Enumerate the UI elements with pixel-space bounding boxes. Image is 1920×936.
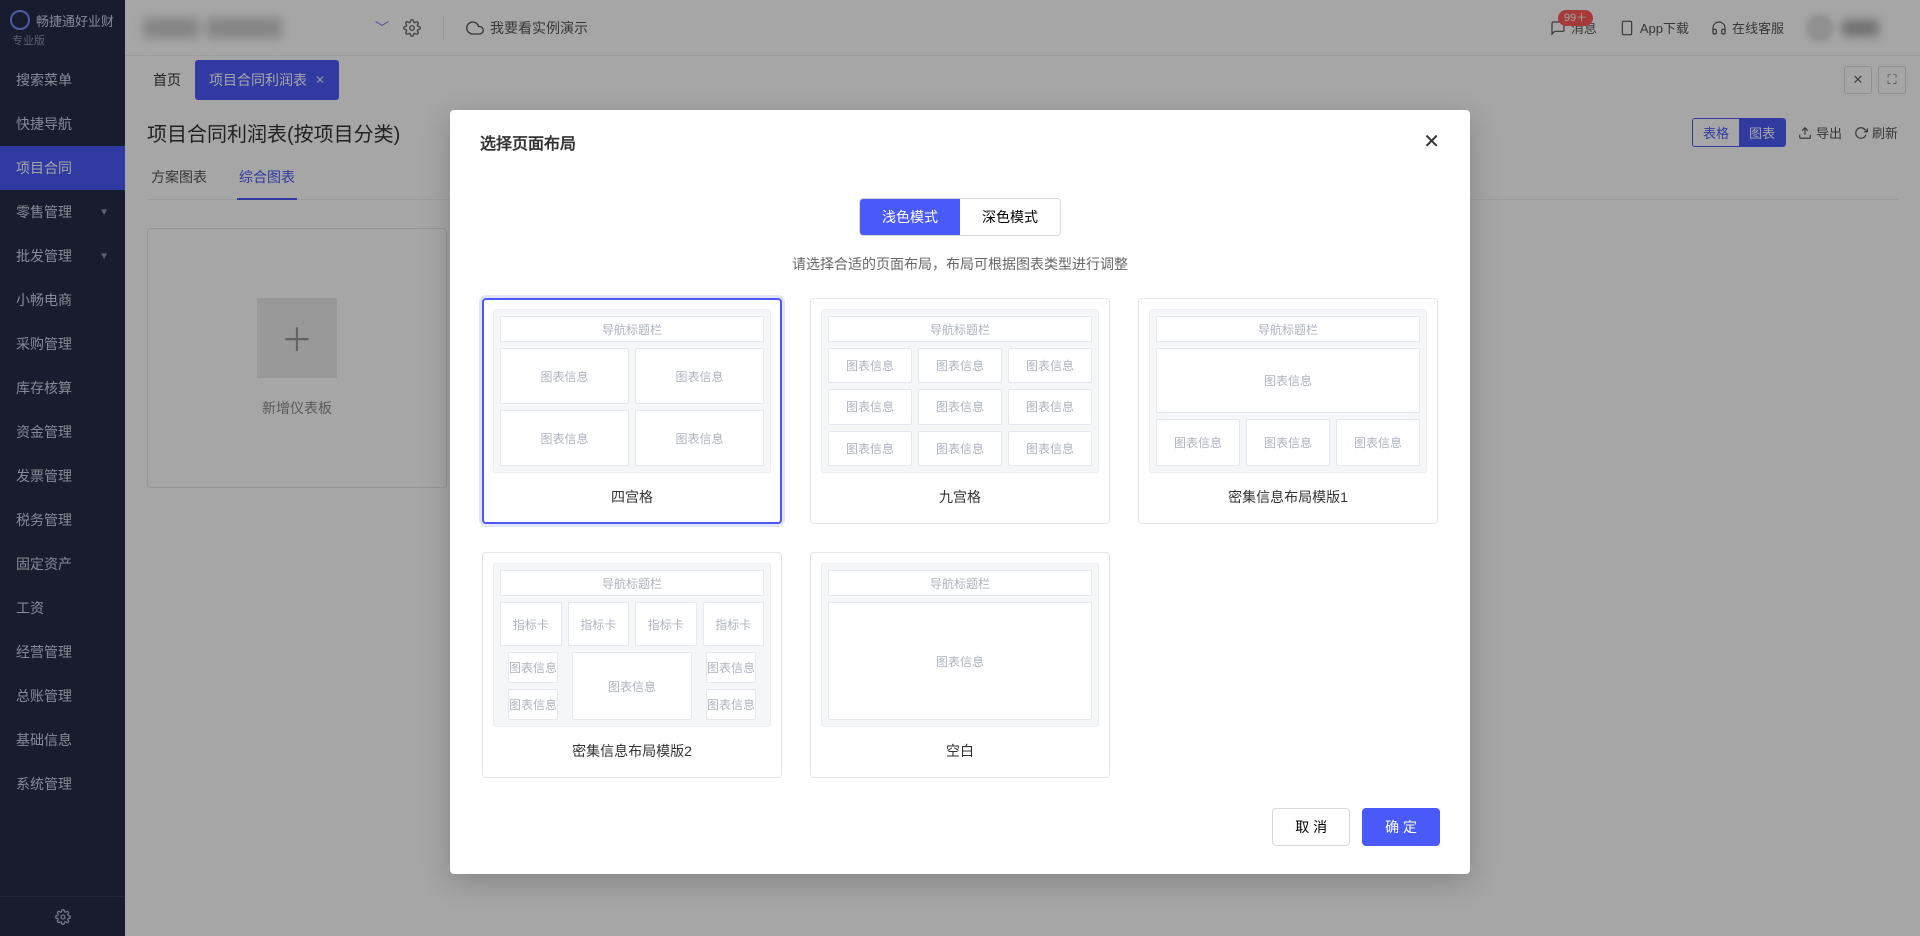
preview-chart-text: 图表信息: [706, 689, 756, 720]
preview-chart-text: 图表信息: [500, 348, 629, 404]
preview-nav-text: 导航标题栏: [828, 570, 1092, 596]
preview-chart-text: 图表信息: [635, 410, 764, 466]
layout-label: 空白: [821, 727, 1099, 767]
cancel-button[interactable]: 取 消: [1272, 808, 1350, 846]
layout-label: 密集信息布局模版1: [1149, 473, 1427, 513]
preview-chart-text: 图表信息: [706, 652, 756, 683]
layout-label: 四宫格: [493, 473, 771, 513]
layout-option-dense1[interactable]: 导航标题栏 图表信息 图表信息 图表信息 图表信息 密集信息布局模版1: [1138, 298, 1438, 524]
modal-hint: 请选择合适的页面布局，布局可根据图表类型进行调整: [480, 254, 1440, 274]
preview-chart-text: 图表信息: [828, 348, 912, 383]
preview-chart-text: 图表信息: [918, 348, 1002, 383]
modal-close-icon[interactable]: ✕: [1423, 132, 1440, 152]
preview-nav-text: 导航标题栏: [1156, 316, 1420, 342]
layout-option-ninegrid[interactable]: 导航标题栏 图表信息 图表信息 图表信息 图表信息 图表信息 图表信息 图表信息…: [810, 298, 1110, 524]
preview-chart-text: 图表信息: [1156, 419, 1240, 466]
layout-option-blank[interactable]: 导航标题栏 图表信息 空白: [810, 552, 1110, 778]
preview-chart-text: 图表信息: [1008, 431, 1092, 466]
preview-chart-text: 图表信息: [918, 431, 1002, 466]
preview-chart-text: 图表信息: [508, 652, 558, 683]
mode-dark-button[interactable]: 深色模式: [960, 199, 1060, 235]
preview-indicator-text: 指标卡: [500, 602, 562, 646]
preview-nav-text: 导航标题栏: [828, 316, 1092, 342]
preview-chart-text: 图表信息: [828, 602, 1092, 720]
preview-nav-text: 导航标题栏: [500, 570, 764, 596]
preview-chart-text: 图表信息: [1336, 419, 1420, 466]
preview-indicator-text: 指标卡: [568, 602, 630, 646]
preview-chart-text: 图表信息: [1008, 348, 1092, 383]
layout-label: 九宫格: [821, 473, 1099, 513]
preview-chart-text: 图表信息: [500, 410, 629, 466]
preview-chart-text: 图表信息: [1156, 348, 1420, 413]
mode-light-button[interactable]: 浅色模式: [860, 199, 960, 235]
layout-modal: 选择页面布局 ✕ 浅色模式 深色模式 请选择合适的页面布局，布局可根据图表类型进…: [450, 110, 1470, 874]
preview-chart-text: 图表信息: [572, 652, 692, 720]
preview-chart-text: 图表信息: [828, 431, 912, 466]
mode-toggle: 浅色模式 深色模式: [859, 198, 1061, 236]
preview-nav-text: 导航标题栏: [500, 316, 764, 342]
preview-indicator-text: 指标卡: [635, 602, 697, 646]
layout-option-fourgrid[interactable]: 导航标题栏 图表信息 图表信息 图表信息 图表信息 四宫格: [482, 298, 782, 524]
preview-chart-text: 图表信息: [918, 389, 1002, 424]
preview-chart-text: 图表信息: [508, 689, 558, 720]
preview-chart-text: 图表信息: [635, 348, 764, 404]
preview-chart-text: 图表信息: [828, 389, 912, 424]
confirm-button[interactable]: 确 定: [1362, 808, 1440, 846]
layout-option-dense2[interactable]: 导航标题栏 指标卡 指标卡 指标卡 指标卡 图表信息 图表信息 图表信息: [482, 552, 782, 778]
preview-chart-text: 图表信息: [1246, 419, 1330, 466]
layout-label: 密集信息布局模版2: [493, 727, 771, 767]
modal-title: 选择页面布局: [480, 130, 576, 154]
preview-indicator-text: 指标卡: [703, 602, 765, 646]
preview-chart-text: 图表信息: [1008, 389, 1092, 424]
